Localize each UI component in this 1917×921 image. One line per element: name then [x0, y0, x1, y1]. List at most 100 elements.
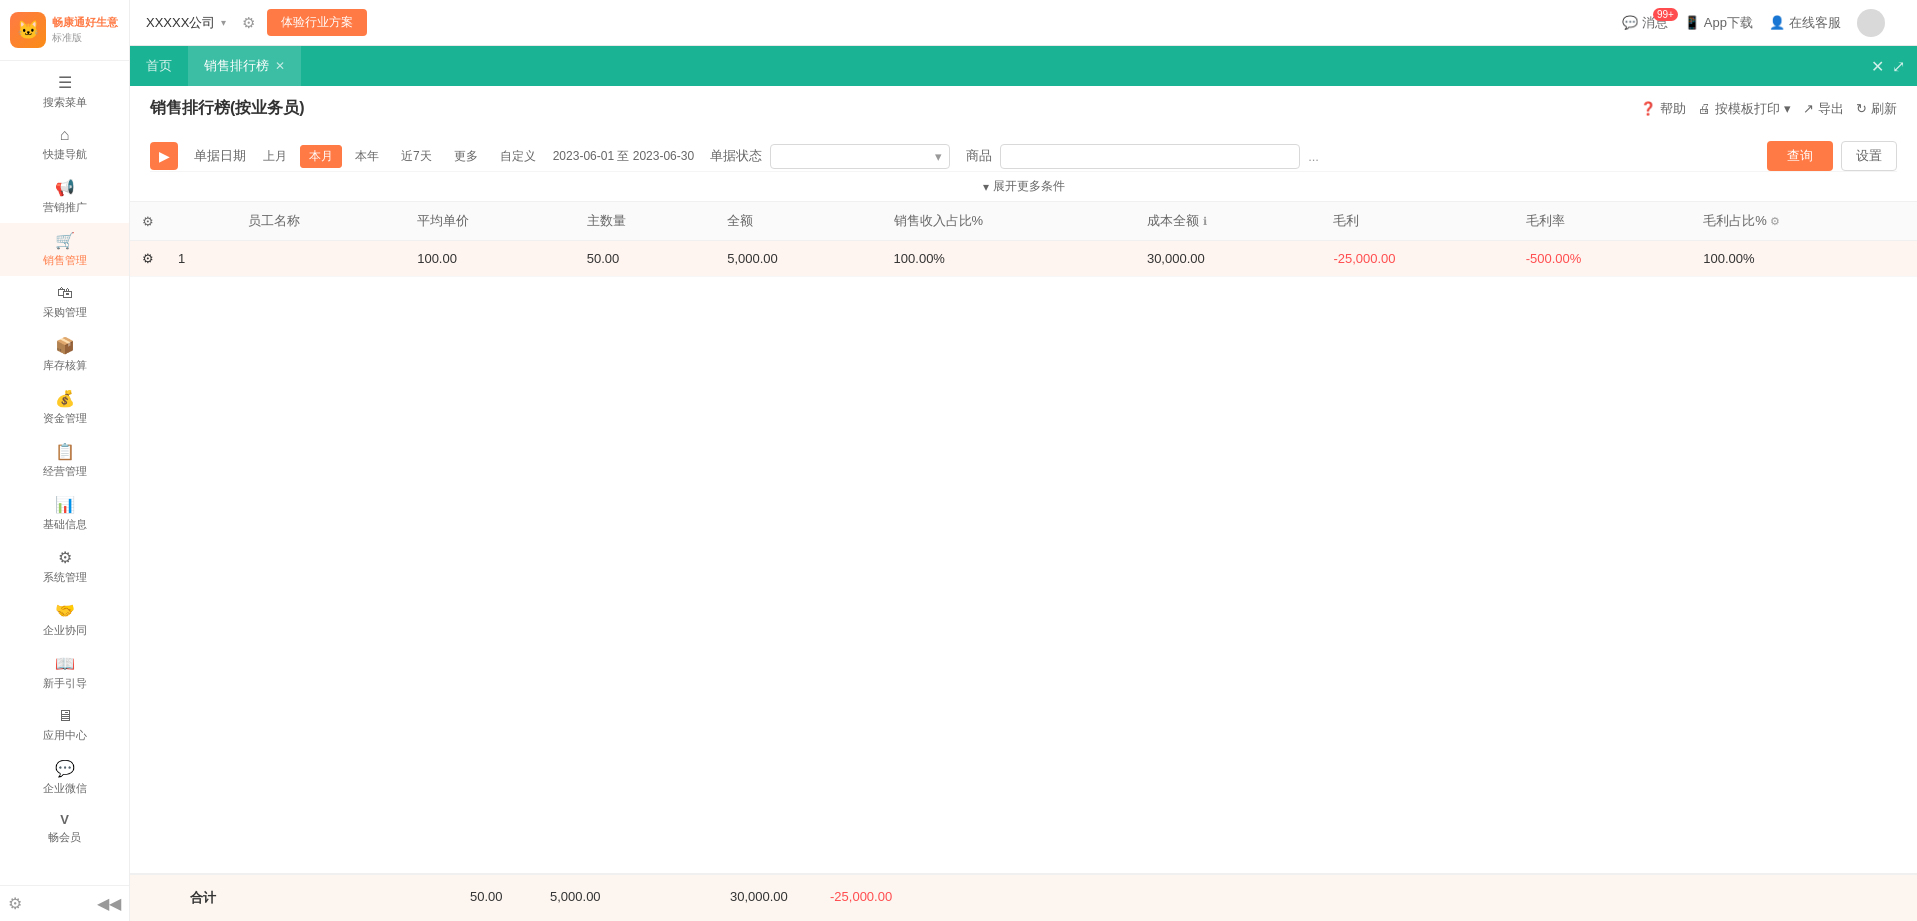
th-profit-ratio: 毛利占比% ⚙: [1691, 202, 1917, 241]
tab-close-icon[interactable]: ✕: [275, 59, 285, 73]
search-menu-icon: ☰: [58, 73, 72, 92]
sidebar-item-marketing[interactable]: 📢 营销推广: [0, 170, 129, 223]
date-tab-last-month[interactable]: 上月: [254, 145, 296, 168]
refresh-button[interactable]: ↻ 刷新: [1856, 100, 1897, 118]
service-icon: 👤: [1769, 15, 1785, 30]
th-name: 员工名称: [236, 202, 406, 241]
sidebar-item-inventory[interactable]: 📦 库存核算: [0, 328, 129, 381]
page-actions: ❓ 帮助 🖨 按模板打印 ▾ ↗ 导出 ↻ 刷新: [1640, 100, 1897, 118]
logo-area: 🐱 畅康通好生意 标准版: [0, 0, 129, 61]
collab-icon: 🤝: [55, 601, 75, 620]
user-avatar[interactable]: [1857, 9, 1885, 37]
tabbar: 首页 销售排行榜 ✕ ✕ ⤢: [130, 46, 1917, 86]
sidebar-label-finance: 资金管理: [43, 411, 87, 426]
expand-row: ▾ 展开更多条件: [150, 171, 1897, 201]
sidebar-item-purchase[interactable]: 🛍 采购管理: [0, 276, 129, 328]
th-rank: [166, 202, 236, 241]
th-cost: 成本全额 ℹ: [1135, 202, 1322, 241]
sidebar-item-operations[interactable]: 📋 经营管理: [0, 434, 129, 487]
sidebar-item-appcenter[interactable]: 🖥 应用中心: [0, 699, 129, 751]
tab-home[interactable]: 首页: [130, 46, 188, 86]
footer-sales-ratio: [618, 885, 718, 911]
online-service-button[interactable]: 👤 在线客服: [1769, 14, 1841, 32]
row-cost-cell: 30,000.00: [1135, 241, 1322, 277]
help-button[interactable]: ❓ 帮助: [1640, 100, 1686, 118]
export-button[interactable]: ↗ 导出: [1803, 100, 1844, 118]
footer-avg-price: [378, 885, 458, 911]
app-download-button[interactable]: 📱 App下载: [1684, 14, 1753, 32]
row-name-cell: [236, 241, 406, 277]
sidebar-label-quicknav: 快捷导航: [43, 147, 87, 162]
status-select[interactable]: [770, 144, 950, 169]
sidebar: 🐱 畅康通好生意 标准版 ☰ 搜索菜单 ⌂ 快捷导航 📢 营销推广 🛒 销售管理…: [0, 0, 130, 921]
query-button[interactable]: 查询: [1767, 141, 1833, 171]
th-profit: 毛利: [1321, 202, 1513, 241]
expand-arrow-icon: ▾: [983, 180, 989, 194]
purchase-icon: 🛍: [57, 284, 73, 302]
operations-icon: 📋: [55, 442, 75, 461]
sidebar-label-purchase: 采购管理: [43, 305, 87, 320]
sidebar-label-system: 系统管理: [43, 570, 87, 585]
appcenter-icon: 🖥: [57, 707, 73, 725]
filter-row: ▶ 单据日期 上月 本月 本年 近7天 更多 自定义 2023-06-01 至 …: [150, 141, 1897, 171]
expand-conditions-button[interactable]: ▾ 展开更多条件: [983, 178, 1065, 195]
topbar-right: 💬 消息 99+ 📱 App下载 👤 在线客服: [1622, 9, 1901, 37]
sidebar-item-guide[interactable]: 📖 新手引导: [0, 646, 129, 699]
wechat-icon: 💬: [55, 759, 75, 778]
date-tabs: 上月 本月 本年 近7天 更多 自定义: [254, 145, 545, 168]
sidebar-item-sales[interactable]: 🛒 销售管理: [0, 223, 129, 276]
cost-info-icon[interactable]: ℹ: [1203, 215, 1207, 227]
tab-maximize-icon[interactable]: ⤢: [1892, 57, 1905, 76]
date-tab-more[interactable]: 更多: [445, 145, 487, 168]
profit-ratio-settings-icon[interactable]: ⚙: [1770, 215, 1780, 227]
row-settings-cell[interactable]: ⚙: [130, 241, 166, 277]
app-label: App下载: [1704, 14, 1753, 32]
table-row: ⚙ 1 100.00 50.00 5,000.00 100.00% 30,000…: [130, 241, 1917, 277]
message-button[interactable]: 💬 消息 99+: [1622, 14, 1668, 32]
home-tab-label: 首页: [146, 57, 172, 75]
sidebar-item-finance[interactable]: 💰 资金管理: [0, 381, 129, 434]
sidebar-item-collab[interactable]: 🤝 企业协同: [0, 593, 129, 646]
sidebar-item-wechat[interactable]: 💬 企业微信: [0, 751, 129, 804]
topbar-gear-icon[interactable]: ⚙: [242, 14, 255, 32]
status-select-wrapper: [770, 144, 950, 169]
th-settings[interactable]: ⚙: [130, 202, 166, 241]
tab-sales-ranking[interactable]: 销售排行榜 ✕: [188, 46, 301, 86]
company-arrow-icon: ▾: [221, 17, 226, 28]
goods-more-icon[interactable]: ...: [1308, 149, 1319, 164]
sidebar-item-member[interactable]: V 畅会员: [0, 804, 129, 853]
sidebar-label-sales: 销售管理: [43, 253, 87, 268]
sidebar-item-search[interactable]: ☰ 搜索菜单: [0, 65, 129, 118]
message-badge: 99+: [1653, 8, 1678, 21]
tab-minimize-icon[interactable]: ✕: [1871, 57, 1884, 76]
main-area: XXXXX公司 ▾ ⚙ 体验行业方案 💬 消息 99+ 📱 App下载 👤 在线…: [130, 0, 1917, 921]
footer-quantity: 50.00: [458, 885, 538, 911]
help-label: 帮助: [1660, 100, 1686, 118]
collapse-icon[interactable]: ◀◀: [97, 894, 121, 913]
date-tab-custom[interactable]: 自定义: [491, 145, 545, 168]
status-filter-item: 单据状态: [710, 144, 950, 169]
settings-bottom-icon[interactable]: ⚙: [8, 894, 22, 913]
help-icon: ❓: [1640, 101, 1656, 116]
filter-toggle-button[interactable]: ▶: [150, 142, 178, 170]
refresh-label: 刷新: [1871, 100, 1897, 118]
date-tab-this-month[interactable]: 本月: [300, 145, 342, 168]
sidebar-item-quicknav[interactable]: ⌂ 快捷导航: [0, 118, 129, 170]
tabbar-actions: ✕ ⤢: [1871, 57, 1917, 76]
filter-settings-button[interactable]: 设置: [1841, 141, 1897, 171]
company-selector[interactable]: XXXXX公司 ▾: [146, 14, 226, 32]
row-profit-ratio-cell: 100.00%: [1691, 241, 1917, 277]
table-footer: 合计 50.00 5,000.00 30,000.00 -25,000.00: [130, 873, 1917, 921]
sidebar-item-system[interactable]: ⚙ 系统管理: [0, 540, 129, 593]
sidebar-label-collab: 企业协同: [43, 623, 87, 638]
status-label: 单据状态: [710, 147, 762, 165]
sidebar-bottom: ⚙ ◀◀: [0, 885, 129, 921]
trial-button[interactable]: 体验行业方案: [267, 9, 367, 36]
date-tab-this-year[interactable]: 本年: [346, 145, 388, 168]
date-tab-7days[interactable]: 近7天: [392, 145, 441, 168]
print-button[interactable]: 🖨 按模板打印 ▾: [1698, 100, 1791, 118]
goods-input[interactable]: [1000, 144, 1300, 169]
basics-icon: 📊: [55, 495, 75, 514]
sales-tab-label: 销售排行榜: [204, 57, 269, 75]
sidebar-item-basics[interactable]: 📊 基础信息: [0, 487, 129, 540]
